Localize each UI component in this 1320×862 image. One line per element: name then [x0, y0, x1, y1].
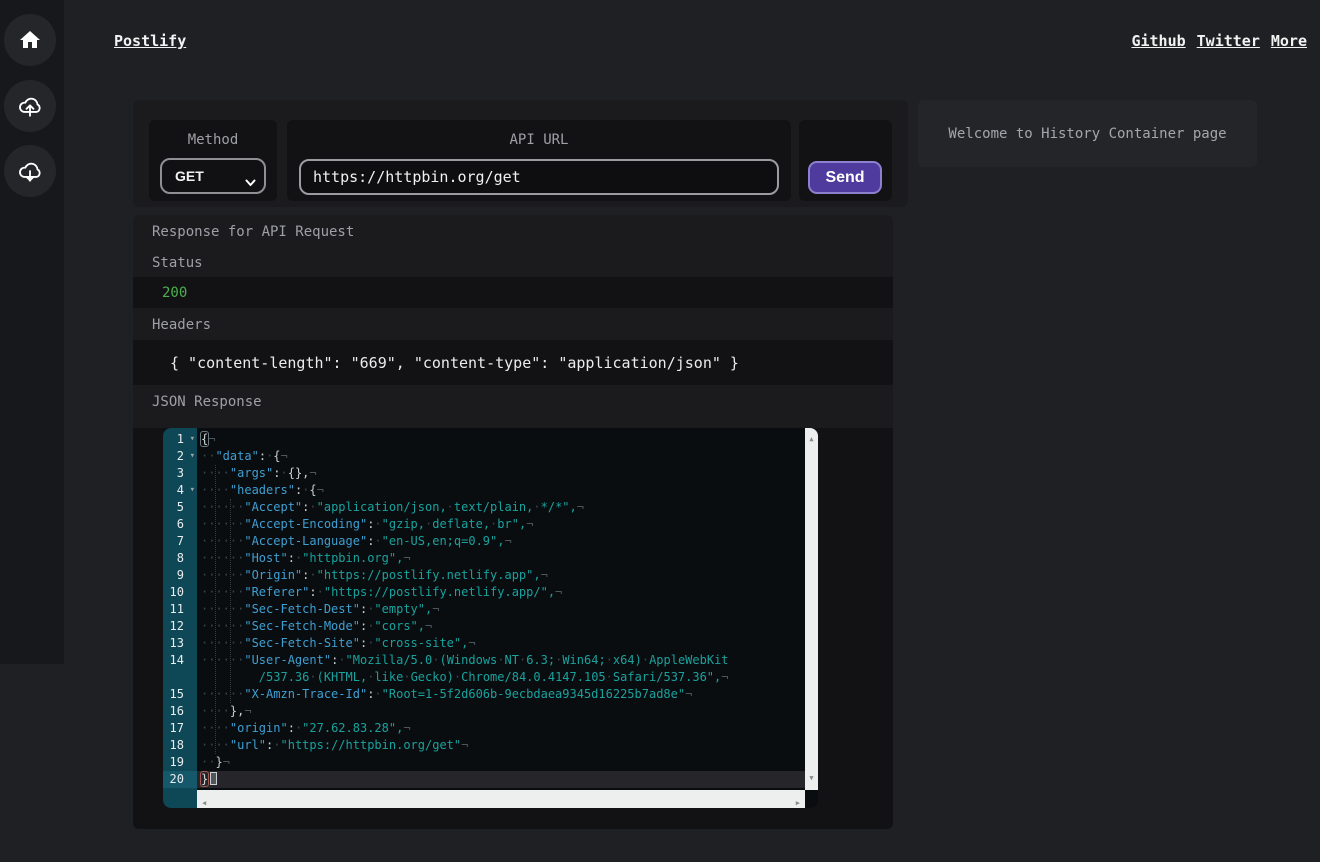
line-number: 11 [169, 602, 184, 616]
code-line: ····},¬ [201, 704, 252, 718]
response-panel: Response for API Request Status 200 Head… [133, 215, 893, 829]
status-row: 200 [133, 277, 893, 308]
line-number: 10 [169, 585, 184, 599]
code-line: ······"X-Amzn-Trace-Id":·"Root=1-5f2d606… [201, 687, 693, 701]
nav-link-more[interactable]: More [1271, 32, 1307, 50]
code-line: ··}¬ [201, 755, 230, 769]
method-select[interactable]: GET [160, 158, 266, 194]
code-line: ······"Sec-Fetch-Site":·"cross-site",¬ [201, 636, 476, 650]
code-line: ······"Sec-Fetch-Mode":·"cors",¬ [201, 619, 433, 633]
code-line: ····"url":·"https://httpbin.org/get"¬ [201, 738, 469, 752]
status-label: Status [152, 255, 203, 271]
code-line: /537.36·(KHTML,·like·Gecko)·Chrome/84.0.… [258, 670, 729, 684]
api-url-input[interactable] [299, 159, 779, 195]
nav-link-github[interactable]: Github [1131, 32, 1185, 50]
download-button[interactable] [4, 145, 56, 197]
code-line: ····"origin":·"27.62.83.28",¬ [201, 721, 411, 735]
code-line: ····"args":·{},¬ [201, 466, 317, 480]
code-line: ······"Accept-Language":·"en-US,en;q=0.9… [201, 534, 512, 548]
text-cursor [210, 772, 218, 785]
headers-label: Headers [152, 317, 212, 333]
line-number: 18 [169, 738, 184, 752]
nav-link-twitter[interactable]: Twitter [1197, 32, 1260, 50]
url-label: API URL [509, 132, 569, 148]
method-box: Method GET [149, 120, 277, 201]
code-line: {¬ [199, 431, 216, 447]
brand-link[interactable]: Postlify [114, 32, 186, 50]
status-value: 200 [162, 284, 188, 301]
history-message: Welcome to History Container page [948, 125, 1227, 142]
editor-gutter: 1 ▾ 2 ▾ 3 4 ▾ 5 6 7 8 9 10 11 12 13 14 15 16 17 18 19 20 [163, 428, 197, 808]
scroll-up-icon[interactable]: ▲ [805, 431, 818, 448]
cloud-upload-icon [17, 93, 43, 119]
line-number: 4 ▾ [176, 482, 195, 499]
code-line: ······"Sec-Fetch-Dest":·"empty",¬ [201, 602, 440, 616]
editor-horizontal-scrollbar[interactable]: ◀ ▶ [197, 790, 805, 808]
send-button[interactable]: Send [808, 161, 882, 194]
line-number: 9 [176, 568, 184, 582]
line-number: 6 [176, 517, 184, 531]
send-box: Send [799, 120, 892, 201]
line-number: 12 [169, 619, 184, 633]
fold-arrow-icon[interactable]: ▾ [190, 431, 195, 448]
fold-arrow-icon[interactable]: ▾ [190, 448, 195, 465]
code-line: ······"User-Agent":·"Mozilla/5.0·(Window… [201, 653, 729, 667]
line-number: 15 [169, 687, 184, 701]
editor-vertical-scrollbar[interactable]: ▲ ▼ [805, 428, 818, 790]
code-line: ······"Accept":·"application/json,·text/… [201, 500, 584, 514]
upload-button[interactable] [4, 80, 56, 132]
line-number: 16 [169, 704, 184, 718]
code-line: ······"Host":·"httpbin.org",¬ [201, 551, 411, 565]
url-box: API URL [287, 120, 791, 201]
line-number: 14 [169, 653, 184, 667]
code-line: ······"Origin":·"https://postlify.netlif… [201, 568, 548, 582]
code-line: ··"data":·{¬ [201, 449, 288, 463]
editor-code[interactable]: {¬ ··"data":·{¬ ····"args":·{},¬ ····"heade… [197, 428, 805, 790]
line-number: 20 [163, 771, 197, 788]
line-number: 17 [169, 721, 184, 735]
request-bar: Method GET API URL Send [133, 100, 908, 207]
history-panel: Welcome to History Container page [918, 100, 1257, 167]
line-number: 19 [169, 755, 184, 769]
code-line: ······"Accept-Encoding":·"gzip,·deflate,… [201, 517, 534, 531]
response-title: Response for API Request [152, 224, 355, 240]
json-response-label: JSON Response [152, 394, 262, 410]
scroll-left-icon[interactable]: ◀ [202, 795, 206, 808]
fold-arrow-icon[interactable]: ▾ [190, 482, 195, 499]
code-line: ····"headers":·{¬ [201, 483, 324, 497]
json-editor: 1 ▾ 2 ▾ 3 4 ▾ 5 6 7 8 9 10 11 12 13 14 15 16 17 18 19 20 {¬ ··"… [163, 428, 818, 808]
home-icon [18, 28, 42, 52]
line-number: 5 [176, 500, 184, 514]
sidebar [0, 0, 64, 664]
line-number: 1 ▾ [176, 431, 195, 448]
line-number: 13 [169, 636, 184, 650]
line-number: 8 [176, 551, 184, 565]
top-nav: Github Twitter More [1131, 32, 1307, 50]
code-line: ······"Referer":·"https://postlify.netli… [201, 585, 563, 599]
line-number: 2 ▾ [176, 448, 195, 465]
scroll-down-icon[interactable]: ▼ [805, 770, 818, 787]
line-number: 7 [176, 534, 184, 548]
json-response-row: 1 ▾ 2 ▾ 3 4 ▾ 5 6 7 8 9 10 11 12 13 14 15 16 17 18 19 20 {¬ ··"… [133, 428, 893, 829]
cloud-download-icon [17, 158, 43, 184]
headers-row: { "content-length": "669", "content-type… [133, 340, 893, 385]
method-label: Method [187, 132, 239, 148]
headers-value: { "content-length": "669", "content-type… [170, 353, 739, 372]
code-line: } [197, 771, 805, 788]
line-number: 3 [176, 466, 184, 480]
scroll-right-icon[interactable]: ▶ [796, 795, 800, 808]
home-button[interactable] [4, 14, 56, 66]
line-number [163, 669, 197, 686]
